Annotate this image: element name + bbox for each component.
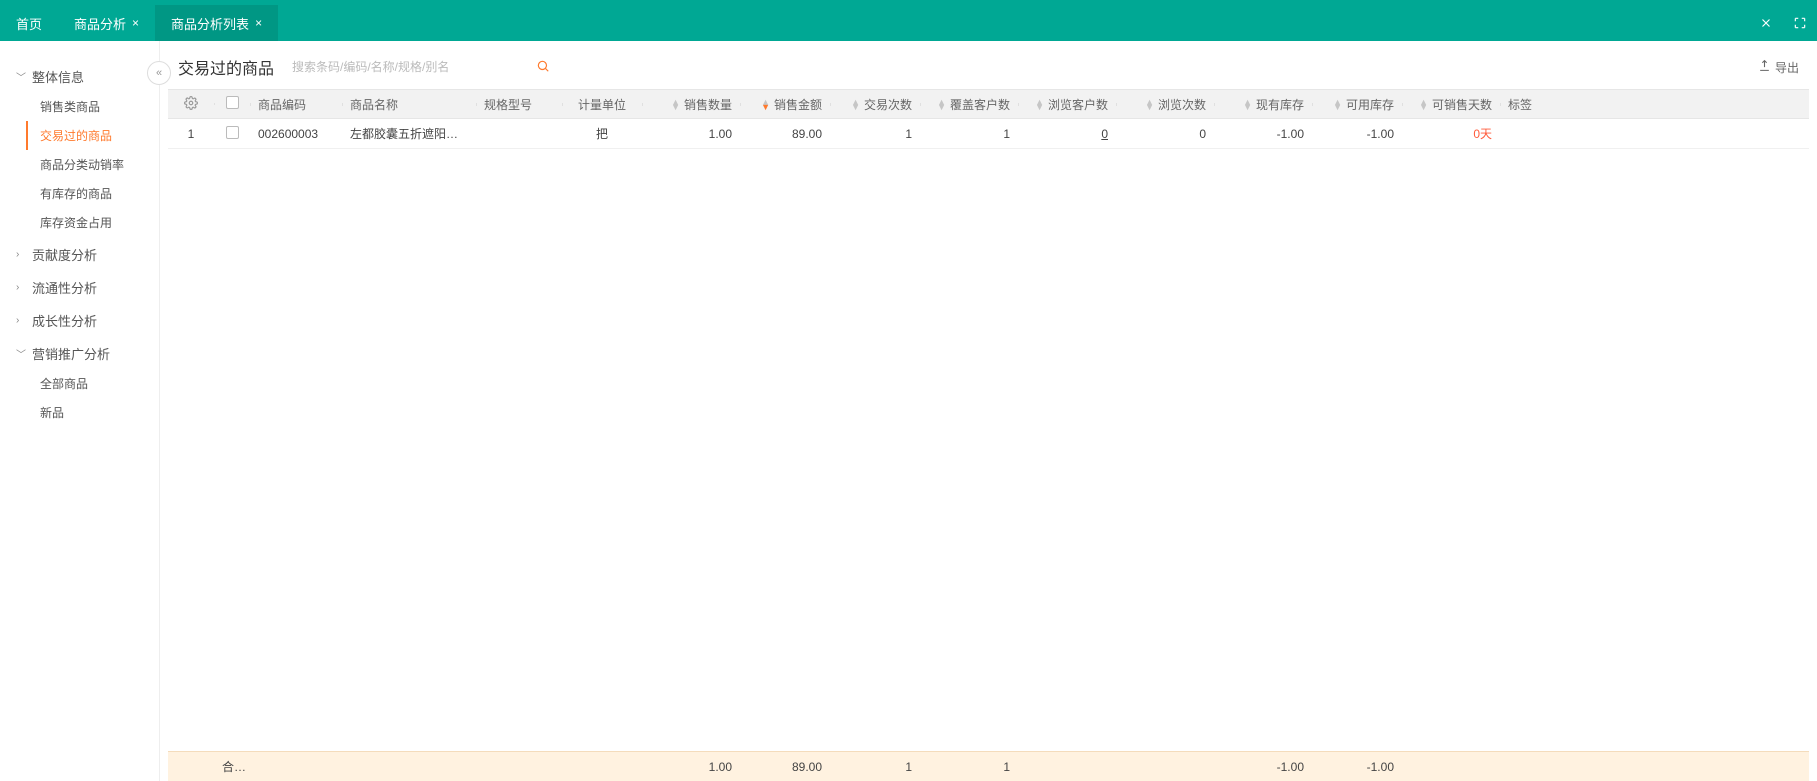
sort-icon bbox=[1419, 100, 1428, 110]
sidebar-item-new-products[interactable]: 新品 bbox=[40, 398, 147, 427]
sort-icon bbox=[1145, 100, 1154, 110]
cell-trades: 1 bbox=[830, 127, 920, 141]
cell-checkbox[interactable] bbox=[214, 126, 250, 142]
cell-stock: -1.00 bbox=[1214, 127, 1312, 141]
sort-icon bbox=[937, 100, 946, 110]
page-title: 交易过的商品 bbox=[178, 55, 274, 79]
sort-icon bbox=[1333, 100, 1342, 110]
sidebar-group-label: 营销推广分析 bbox=[32, 344, 110, 363]
sort-icon bbox=[1035, 100, 1044, 110]
sidebar-group-contribution[interactable]: › 贡献度分析 bbox=[12, 239, 147, 270]
search-box bbox=[292, 56, 550, 78]
column-header-spec[interactable]: 规格型号 bbox=[476, 96, 562, 113]
table-footer-total: 合计: 1.00 89.00 1 1 -1.00 -1.00 bbox=[168, 751, 1809, 781]
tab-bar-actions bbox=[1749, 5, 1817, 41]
sidebar-item-sales-products[interactable]: 销售类商品 bbox=[40, 92, 147, 121]
column-header-qty[interactable]: 销售数量 bbox=[642, 96, 740, 113]
cell-amt: 89.00 bbox=[740, 127, 830, 141]
sort-icon bbox=[851, 100, 860, 110]
sidebar-group-marketing[interactable]: ﹀ 营销推广分析 bbox=[12, 338, 147, 369]
close-all-icon[interactable] bbox=[1749, 5, 1783, 41]
gear-icon bbox=[184, 99, 198, 113]
sidebar-group-label: 成长性分析 bbox=[32, 311, 97, 330]
table-header-row: 商品编码 商品名称 规格型号 计量单位 销售数量 销售金额 交易次数 覆盖客户数… bbox=[168, 89, 1809, 119]
sidebar: « ﹀ 整体信息 销售类商品 交易过的商品 商品分类动销率 有库存的商品 库存资… bbox=[0, 41, 160, 781]
main-content: 交易过的商品 导出 商品编码 商品名称 bbox=[160, 41, 1817, 781]
close-icon[interactable]: × bbox=[255, 16, 262, 30]
tab-bar: 首页 商品分析 × 商品分析列表 × bbox=[0, 5, 1817, 41]
sort-icon bbox=[671, 100, 680, 110]
column-header-amt[interactable]: 销售金额 bbox=[740, 96, 830, 113]
column-header-bcust[interactable]: 浏览客户数 bbox=[1018, 96, 1116, 113]
sort-icon bbox=[761, 100, 770, 110]
footer-amt: 89.00 bbox=[740, 760, 830, 774]
footer-cust: 1 bbox=[920, 760, 1018, 774]
footer-label: 合计: bbox=[214, 758, 250, 775]
tab-product-analysis-list[interactable]: 商品分析列表 × bbox=[155, 5, 278, 41]
cell-days: 0天 bbox=[1402, 125, 1500, 142]
cell-qty: 1.00 bbox=[642, 127, 740, 141]
export-button[interactable]: 导出 bbox=[1758, 59, 1799, 76]
collapse-sidebar-button[interactable]: « bbox=[147, 61, 171, 85]
footer-qty: 1.00 bbox=[642, 760, 740, 774]
cell-bcust[interactable]: 0 bbox=[1018, 127, 1116, 141]
tab-label: 商品分析列表 bbox=[171, 14, 249, 33]
sidebar-group-label: 流通性分析 bbox=[32, 278, 97, 297]
search-input[interactable] bbox=[292, 56, 542, 78]
cell-index: 1 bbox=[168, 127, 214, 141]
export-icon bbox=[1758, 59, 1771, 75]
column-header-unit[interactable]: 计量单位 bbox=[562, 96, 642, 113]
table-body: 1 002600003 左都胶囊五折遮阳伞防晒伞; 把 1.00 89.00 1… bbox=[168, 119, 1809, 149]
footer-trades: 1 bbox=[830, 760, 920, 774]
sidebar-item-in-stock[interactable]: 有库存的商品 bbox=[40, 179, 147, 208]
checkbox-icon bbox=[226, 96, 239, 109]
sidebar-item-traded-products[interactable]: 交易过的商品 bbox=[26, 121, 147, 150]
sidebar-item-category-turnover[interactable]: 商品分类动销率 bbox=[40, 150, 147, 179]
cell-code: 002600003 bbox=[250, 127, 342, 141]
cell-unit: 把 bbox=[562, 125, 642, 142]
search-icon[interactable] bbox=[536, 59, 550, 76]
column-header-name[interactable]: 商品名称 bbox=[342, 96, 476, 113]
column-header-days[interactable]: 可销售天数 bbox=[1402, 96, 1500, 113]
footer-avail: -1.00 bbox=[1312, 760, 1402, 774]
footer-stock: -1.00 bbox=[1214, 760, 1312, 774]
column-header-stock[interactable]: 现有库存 bbox=[1214, 96, 1312, 113]
column-select-all[interactable] bbox=[214, 96, 250, 112]
page-header: 交易过的商品 导出 bbox=[160, 55, 1817, 89]
tab-home[interactable]: 首页 bbox=[0, 5, 58, 41]
sidebar-group-growth[interactable]: › 成长性分析 bbox=[12, 305, 147, 336]
chevron-right-icon: › bbox=[16, 315, 30, 326]
cell-views: 0 bbox=[1116, 127, 1214, 141]
checkbox-icon bbox=[226, 126, 239, 139]
fullscreen-icon[interactable] bbox=[1783, 5, 1817, 41]
tab-product-analysis[interactable]: 商品分析 × bbox=[58, 5, 155, 41]
column-header-avail[interactable]: 可用库存 bbox=[1312, 96, 1402, 113]
cell-cust: 1 bbox=[920, 127, 1018, 141]
sidebar-group-overall[interactable]: ﹀ 整体信息 bbox=[12, 61, 147, 92]
sidebar-group-circulation[interactable]: › 流通性分析 bbox=[12, 272, 147, 303]
sidebar-group-label: 贡献度分析 bbox=[32, 245, 97, 264]
sidebar-group-label: 整体信息 bbox=[32, 67, 84, 86]
column-header-code[interactable]: 商品编码 bbox=[250, 96, 342, 113]
column-header-cust[interactable]: 覆盖客户数 bbox=[920, 96, 1018, 113]
chevron-right-icon: › bbox=[16, 249, 30, 260]
sort-icon bbox=[1243, 100, 1252, 110]
column-settings[interactable] bbox=[168, 96, 214, 113]
sidebar-item-stock-capital[interactable]: 库存资金占用 bbox=[40, 208, 147, 237]
export-label: 导出 bbox=[1775, 59, 1799, 76]
column-header-trades[interactable]: 交易次数 bbox=[830, 96, 920, 113]
tab-label: 商品分析 bbox=[74, 14, 126, 33]
cell-name: 左都胶囊五折遮阳伞防晒伞; bbox=[342, 125, 476, 142]
column-header-tags[interactable]: 标签 bbox=[1500, 96, 1809, 113]
tab-label: 首页 bbox=[16, 14, 42, 33]
chevron-down-icon: ﹀ bbox=[16, 69, 30, 84]
chevron-right-icon: › bbox=[16, 282, 30, 293]
cell-avail: -1.00 bbox=[1312, 127, 1402, 141]
chevron-down-icon: ﹀ bbox=[16, 346, 30, 361]
sidebar-item-all-products[interactable]: 全部商品 bbox=[40, 369, 147, 398]
close-icon[interactable]: × bbox=[132, 16, 139, 30]
table-row[interactable]: 1 002600003 左都胶囊五折遮阳伞防晒伞; 把 1.00 89.00 1… bbox=[168, 119, 1809, 149]
column-header-views[interactable]: 浏览次数 bbox=[1116, 96, 1214, 113]
